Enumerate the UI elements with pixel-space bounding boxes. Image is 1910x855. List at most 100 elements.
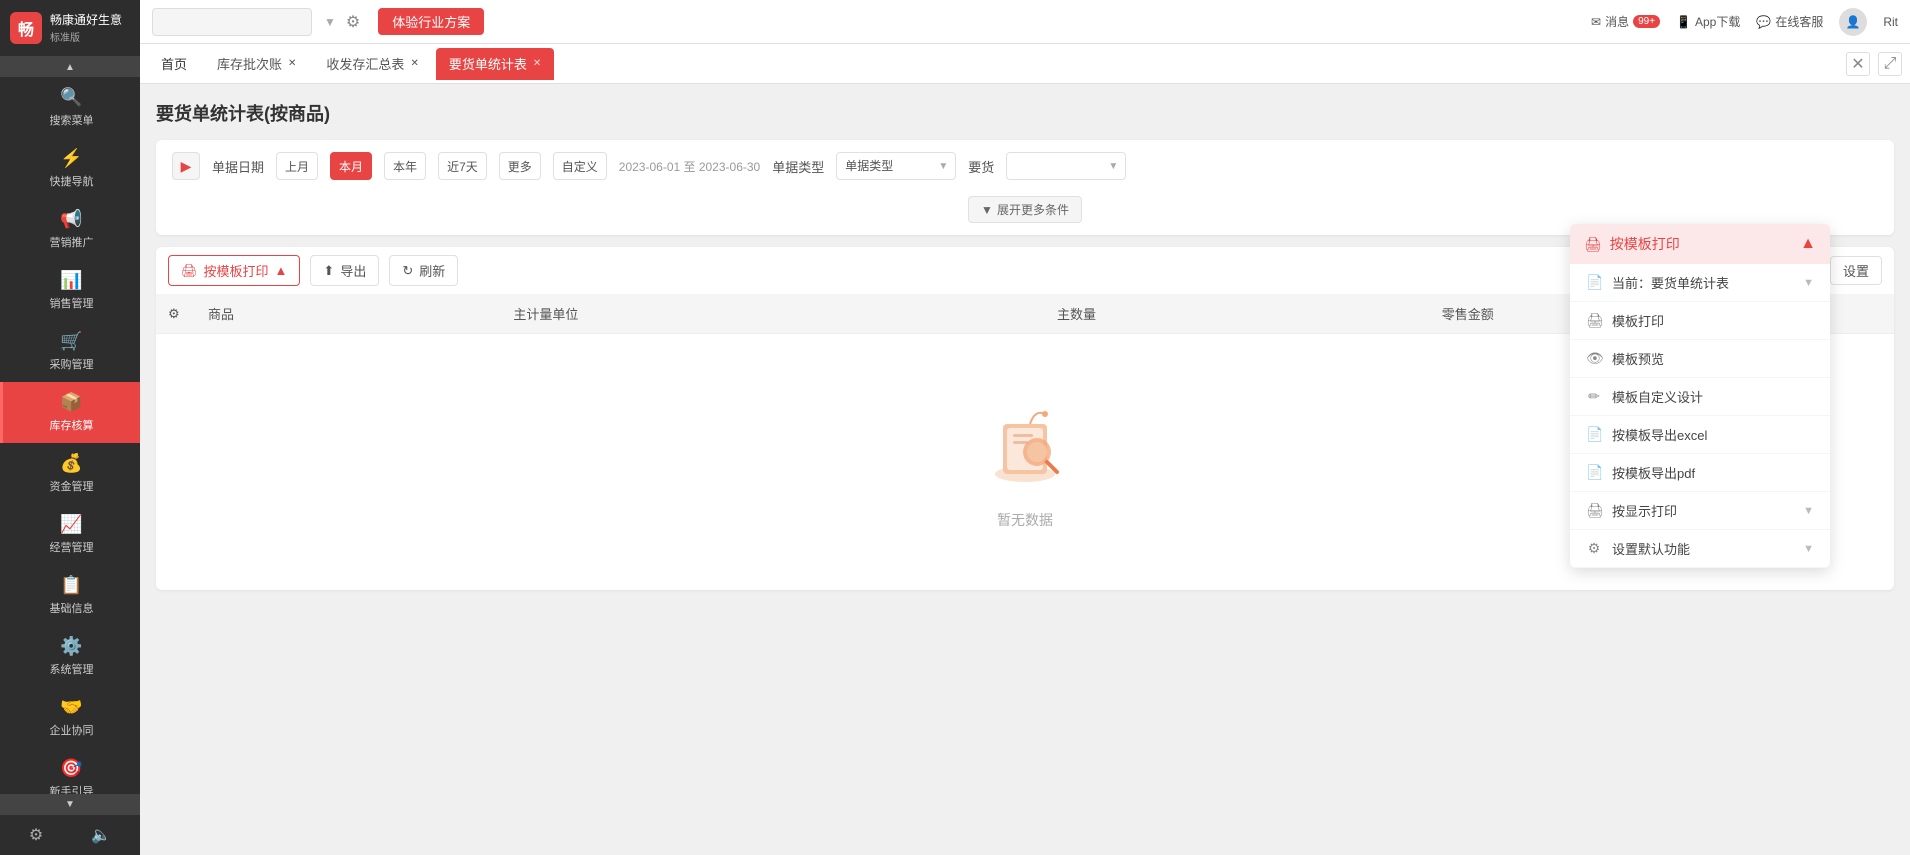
operation-icon: 📈 <box>60 514 82 535</box>
tab-expand-btn[interactable]: ⤢ <box>1878 52 1902 76</box>
settings-btn[interactable]: 设置 <box>1830 256 1882 285</box>
sidebar-item-marketing[interactable]: 📢 营销推广 <box>0 199 140 260</box>
quick-nav-icon: ⚡ <box>60 148 82 169</box>
tab-batch-account[interactable]: 库存批次账 ✕ <box>204 48 309 80</box>
settings-bottom-icon[interactable]: ⚙ <box>29 825 43 845</box>
sidebar-item-guide[interactable]: 🎯 新手引导 <box>0 748 140 794</box>
sidebar-item-base-info[interactable]: 📋 基础信息 <box>0 565 140 626</box>
tab-home[interactable]: 首页 <box>148 48 200 80</box>
print-dropdown-header-left: 🖨 按模板打印 <box>1584 234 1680 254</box>
sidebar-item-search[interactable]: 🔍 搜索菜单 <box>0 77 140 138</box>
sidebar-logo: 畅 畅康通好生意 标准版 <box>0 0 140 57</box>
refresh-btn[interactable]: ↻ 刷新 <box>389 255 458 286</box>
sidebar-item-quick-nav[interactable]: ⚡ 快捷导航 <box>0 138 140 199</box>
template-preview-icon: 👁 <box>1586 350 1602 367</box>
default-func-icon: ⚙ <box>1586 540 1602 557</box>
sidebar-item-finance[interactable]: 💰 资金管理 <box>0 443 140 504</box>
sidebar-item-system[interactable]: ⚙️ 系统管理 <box>0 626 140 687</box>
dropdown-template-preview[interactable]: 👁 模板预览 <box>1570 340 1830 378</box>
tab-receipt-summary[interactable]: 收发存汇总表 ✕ <box>313 48 431 80</box>
display-print-arrow: ▼ <box>1803 505 1814 517</box>
topbar-search-input[interactable] <box>152 8 312 36</box>
tab-receipt-summary-close[interactable]: ✕ <box>410 59 418 69</box>
avatar[interactable]: 👤 <box>1839 8 1867 36</box>
print-dropdown-close-btn[interactable]: ▲ <box>1800 235 1816 253</box>
type-label: 单据类型 <box>772 157 824 176</box>
date-btn-7days[interactable]: 近7天 <box>438 152 487 180</box>
date-btn-custom[interactable]: 自定义 <box>553 152 607 180</box>
sound-icon[interactable]: 🔈 <box>91 825 111 845</box>
messages-btn[interactable]: ✉ 消息 99+ <box>1591 13 1660 30</box>
dropdown-display-print[interactable]: 🖨 按显示打印 ▼ <box>1570 492 1830 530</box>
empty-icon <box>975 394 1075 494</box>
tab-close-all-btn[interactable]: ✕ <box>1846 52 1870 76</box>
date-btn-last-month[interactable]: 上月 <box>276 152 318 180</box>
guide-icon: 🎯 <box>60 758 82 779</box>
date-label: 单据日期 <box>212 157 264 176</box>
online-service-btn[interactable]: 💬 在线客服 <box>1756 13 1823 30</box>
dropdown-template-export-excel[interactable]: 📄 按模板导出excel <box>1570 416 1830 454</box>
sidebar-scroll-down[interactable]: ▼ <box>0 794 140 814</box>
tab-batch-account-close[interactable]: ✕ <box>288 59 296 69</box>
sales-icon: 📊 <box>60 270 82 291</box>
sidebar-item-purchase[interactable]: 🛒 采购管理 <box>0 321 140 382</box>
print-dropdown-arrow: ▲ <box>275 263 288 278</box>
col-settings-header: ⚙ <box>156 294 196 334</box>
tabsbar-right: ✕ ⤢ <box>1846 52 1902 76</box>
inventory-icon: 📦 <box>60 392 82 413</box>
user-name: Rit <box>1883 15 1898 29</box>
base-info-icon: 📋 <box>60 575 82 596</box>
message-icon: ✉ <box>1591 15 1601 29</box>
sidebar-bottom: ⚙ 🔈 <box>0 814 140 855</box>
topbar-dropdown-icon[interactable]: ▼ <box>324 15 336 29</box>
date-btn-this-month[interactable]: 本月 <box>330 152 372 180</box>
print-dropdown: 🖨 按模板打印 ▲ 📄 当前：要货单统计表 ▼ 🖨 模板打印 👁 模板预览 ✏ <box>1570 224 1830 568</box>
gear-icon[interactable]: ⚙ <box>168 306 180 321</box>
sidebar-item-enterprise[interactable]: 🤝 企业协同 <box>0 687 140 748</box>
online-service-icon: 💬 <box>1756 15 1771 29</box>
dropdown-template-export-pdf[interactable]: 📄 按模板导出pdf <box>1570 454 1830 492</box>
topbar-gear-icon[interactable]: ⚙ <box>346 12 360 32</box>
system-icon: ⚙️ <box>60 636 82 657</box>
sidebar-scroll-up[interactable]: ▲ <box>0 57 140 77</box>
template-custom-icon: ✏ <box>1586 388 1602 405</box>
sidebar-item-operation[interactable]: 📈 经营管理 <box>0 504 140 565</box>
date-btn-this-year[interactable]: 本年 <box>384 152 426 180</box>
date-range: 2023-06-01 至 2023-06-30 <box>619 158 760 175</box>
type-select-wrap: 单据类型 <box>836 152 956 180</box>
type-select[interactable]: 单据类型 <box>836 152 956 180</box>
tabsbar: 首页 库存批次账 ✕ 收发存汇总表 ✕ 要货单统计表 ✕ ✕ ⤢ <box>140 44 1910 84</box>
export-btn[interactable]: ⬆ 导出 <box>310 255 379 286</box>
template-print-icon: 🖨 <box>1586 312 1602 329</box>
print-btn[interactable]: 🖨 按模板打印 ▲ <box>168 255 300 286</box>
sidebar: 畅 畅康通好生意 标准版 ▲ 🔍 搜索菜单 ⚡ 快捷导航 📢 营销推广 📊 销售… <box>0 0 140 855</box>
col-quantity-header: 主数量 <box>1045 294 1430 334</box>
purchase-icon: 🛒 <box>60 331 82 352</box>
date-btn-more[interactable]: 更多 <box>499 152 541 180</box>
main-area: ▼ ⚙ 体验行业方案 ✉ 消息 99+ 📱 App下载 💬 在线客服 👤 Rit… <box>140 0 1910 855</box>
app-download-btn[interactable]: 📱 App下载 <box>1676 13 1740 30</box>
topbar-right: ✉ 消息 99+ 📱 App下载 💬 在线客服 👤 Rit <box>1591 8 1898 36</box>
current-template-arrow: ▼ <box>1803 277 1814 289</box>
display-print-icon: 🖨 <box>1586 502 1602 519</box>
trial-btn[interactable]: 体验行业方案 <box>378 8 484 35</box>
empty-svg <box>975 394 1075 494</box>
app-download-icon: 📱 <box>1676 15 1691 29</box>
sidebar-item-inventory[interactable]: 📦 库存核算 <box>0 382 140 443</box>
dropdown-template-custom[interactable]: ✏ 模板自定义设计 <box>1570 378 1830 416</box>
logo-text: 畅康通好生意 标准版 <box>50 12 122 44</box>
dropdown-default-func[interactable]: ⚙ 设置默认功能 ▼ <box>1570 530 1830 568</box>
finance-icon: 💰 <box>60 453 82 474</box>
print-dropdown-current[interactable]: 📄 当前：要货单统计表 ▼ <box>1570 264 1830 302</box>
order-type-select[interactable] <box>1006 152 1126 180</box>
topbar: ▼ ⚙ 体验行业方案 ✉ 消息 99+ 📱 App下载 💬 在线客服 👤 Rit <box>140 0 1910 44</box>
sidebar-item-sales[interactable]: 📊 销售管理 <box>0 260 140 321</box>
order-type-label: 要货 <box>968 157 994 176</box>
dropdown-template-print[interactable]: 🖨 模板打印 <box>1570 302 1830 340</box>
expand-more-btn[interactable]: ▼ 展开更多条件 <box>968 196 1082 223</box>
tab-order-summary[interactable]: 要货单统计表 ✕ <box>436 48 554 80</box>
print-dropdown-header: 🖨 按模板打印 ▲ <box>1570 224 1830 264</box>
tab-order-summary-close[interactable]: ✕ <box>533 59 541 69</box>
filter-expand-icon-btn[interactable]: ▶ <box>172 152 200 180</box>
logo-icon: 畅 <box>10 12 42 44</box>
